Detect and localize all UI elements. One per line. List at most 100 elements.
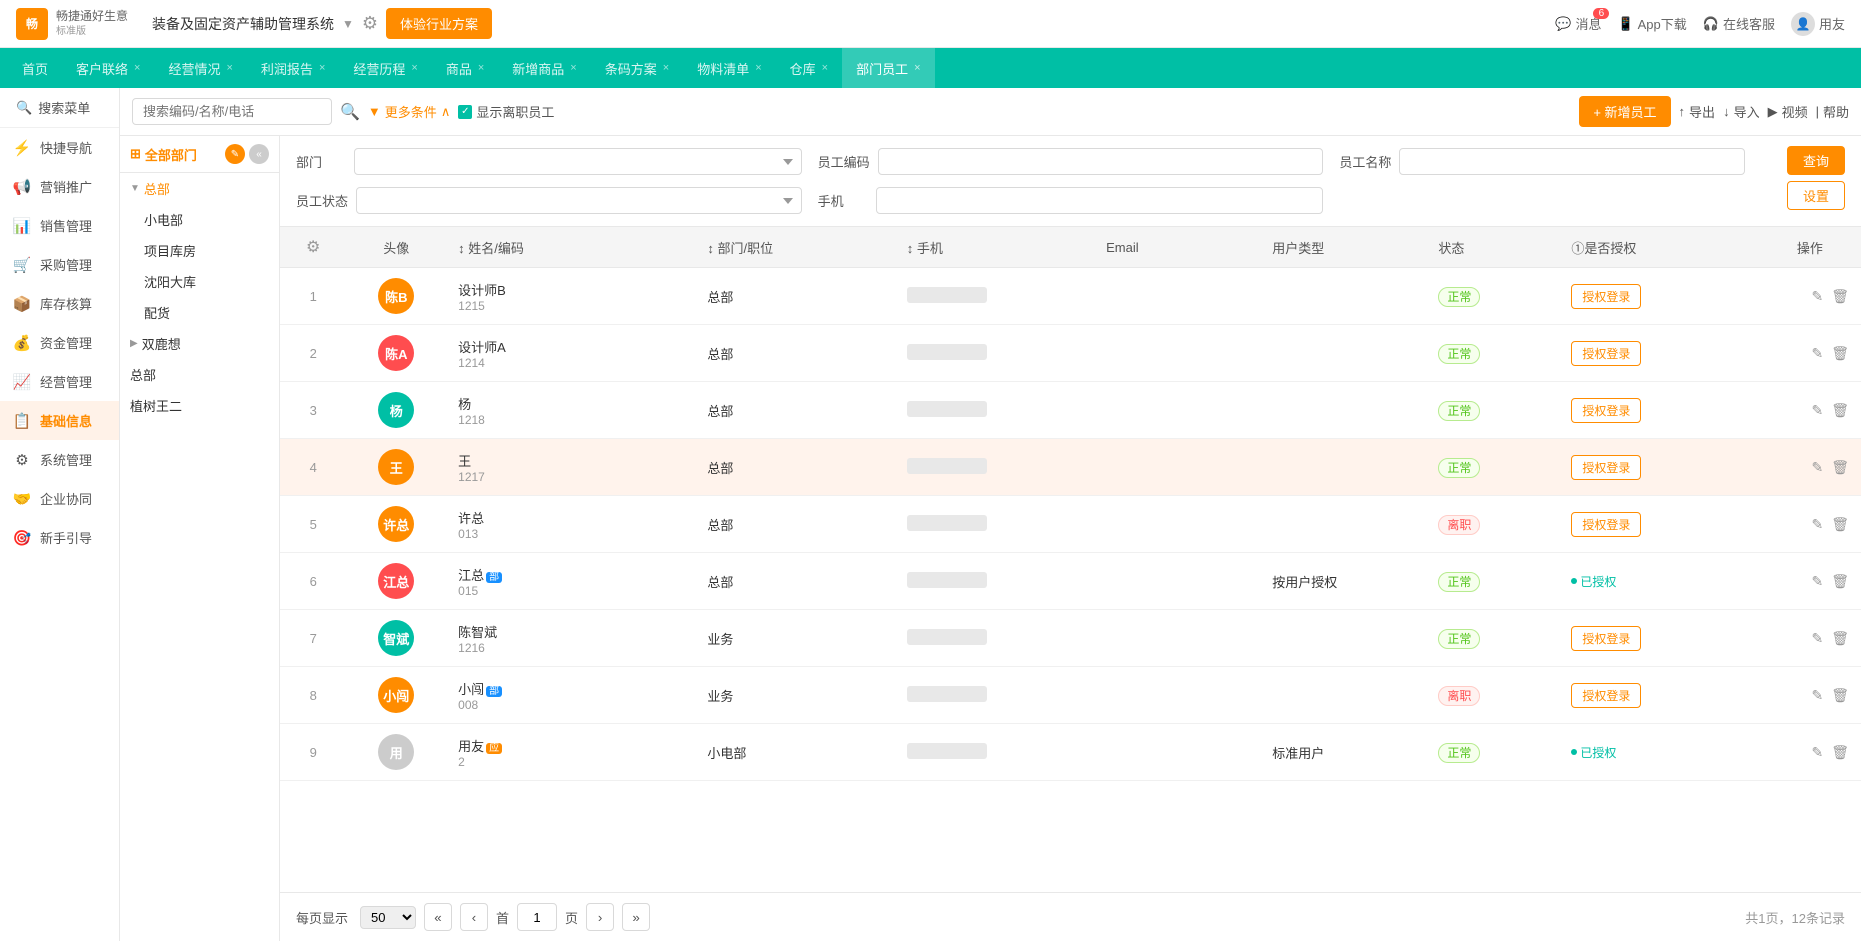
sidebar-item-purchase[interactable]: 🛒 采购管理	[0, 245, 119, 284]
more-filter-btn[interactable]: ▼ 更多条件 ∧	[368, 102, 450, 121]
online-service-btn[interactable]: 🎧 在线客服	[1703, 14, 1775, 33]
dept-node-shenyang[interactable]: 沈阳大库	[120, 266, 279, 297]
edit-btn[interactable]: ✎	[1811, 288, 1823, 305]
view-btn[interactable]: ▶ 视频	[1768, 102, 1808, 121]
edit-btn[interactable]: ✎	[1811, 516, 1823, 533]
sidebar-item-finance[interactable]: 💰 资金管理	[0, 323, 119, 362]
dept-select[interactable]	[354, 148, 802, 175]
sidebar-item-basic[interactable]: 📋 基础信息	[0, 401, 119, 440]
dept-node-project[interactable]: 项目库房	[120, 235, 279, 266]
first-page-btn[interactable]: «	[424, 903, 452, 931]
sidebar-item-collab[interactable]: 🤝 企业协同	[0, 479, 119, 518]
delete-btn[interactable]: 🗑	[1831, 687, 1849, 704]
edit-btn[interactable]: ✎	[1811, 687, 1823, 704]
collapse-btn[interactable]: «	[249, 144, 269, 164]
auth-login-btn[interactable]: 授权登录	[1571, 683, 1641, 708]
edit-btn[interactable]: ✎	[1811, 402, 1823, 419]
auth-login-btn[interactable]: 授权登录	[1571, 398, 1641, 423]
sidebar-item-marketing[interactable]: 📢 营销推广	[0, 167, 119, 206]
sidebar-item-sales[interactable]: 📊 销售管理	[0, 206, 119, 245]
search-btn[interactable]: 🔍	[340, 102, 360, 122]
import-btn[interactable]: ↓ 导入	[1723, 102, 1760, 121]
emp-status-select[interactable]	[356, 187, 802, 214]
sidebar-item-inventory[interactable]: 📦 库存核算	[0, 284, 119, 323]
auth-login-btn[interactable]: 授权登录	[1571, 455, 1641, 480]
tab-employee[interactable]: 部门员工 ×	[842, 48, 934, 88]
search-input[interactable]	[132, 98, 332, 125]
prev-page-btn[interactable]: ‹	[460, 903, 488, 931]
tab-bom[interactable]: 物料清单 ×	[683, 48, 775, 88]
dept-node-shuanglu[interactable]: ▶ 双鹿想	[120, 328, 279, 359]
delete-btn[interactable]: 🗑	[1831, 459, 1849, 476]
delete-btn[interactable]: 🗑	[1831, 288, 1849, 305]
settings-icon[interactable]: ⚙	[362, 13, 378, 34]
auth-login-btn[interactable]: 授权登录	[1571, 626, 1641, 651]
delete-btn[interactable]: 🗑	[1831, 630, 1849, 647]
delete-btn[interactable]: 🗑	[1831, 516, 1849, 533]
tab-new-goods[interactable]: 新增商品 ×	[498, 48, 590, 88]
app-download-btn[interactable]: 📱 App下载	[1617, 14, 1686, 33]
sidebar-item-guide[interactable]: 🎯 新手引导	[0, 518, 119, 557]
tab-employee-close[interactable]: ×	[914, 62, 920, 74]
delete-btn[interactable]: 🗑	[1831, 744, 1849, 761]
tab-barcode[interactable]: 条码方案 ×	[591, 48, 683, 88]
tab-history[interactable]: 经营历程 ×	[339, 48, 431, 88]
tab-customer-close[interactable]: ×	[134, 62, 140, 74]
emp-code-input[interactable]	[878, 148, 1324, 175]
delete-btn[interactable]: 🗑	[1831, 402, 1849, 419]
last-page-btn[interactable]: »	[622, 903, 650, 931]
tab-goods-close[interactable]: ×	[478, 62, 484, 74]
tab-barcode-close[interactable]: ×	[663, 62, 669, 74]
tab-goods[interactable]: 商品 ×	[432, 48, 498, 88]
tab-warehouse[interactable]: 仓库 ×	[776, 48, 842, 88]
message-btn[interactable]: 💬 消息 6	[1555, 14, 1601, 33]
next-page-btn[interactable]: ›	[586, 903, 614, 931]
tab-warehouse-close[interactable]: ×	[822, 62, 828, 74]
dept-node-zongbu[interactable]: 总部	[120, 359, 279, 390]
dept-node-head[interactable]: ▼ 总部	[120, 173, 279, 204]
system-title-dropdown-icon[interactable]: ▼	[342, 17, 354, 31]
sidebar-item-system[interactable]: ⚙ 系统管理	[0, 440, 119, 479]
page-size-select[interactable]: 50 10 20 100	[360, 906, 416, 929]
page-input[interactable]	[517, 903, 557, 931]
auth-login-btn[interactable]: 授权登录	[1571, 341, 1641, 366]
delete-btn[interactable]: 🗑	[1831, 345, 1849, 362]
dept-node-zhishu[interactable]: 植树王二	[120, 390, 279, 421]
export-btn[interactable]: ↑ 导出	[1679, 102, 1716, 121]
tab-new-goods-close[interactable]: ×	[570, 62, 576, 74]
col-phone-header[interactable]: ↕ 手机	[895, 227, 1094, 268]
tab-operation[interactable]: 经营情况 ×	[154, 48, 246, 88]
user-btn[interactable]: 👤 用友	[1791, 12, 1845, 36]
edit-btn[interactable]: ✎	[1811, 459, 1823, 476]
trial-btn[interactable]: 体验行业方案	[386, 8, 492, 39]
col-dept-header[interactable]: ↕ 部门/职位	[695, 227, 894, 268]
edit-btn[interactable]: ✎	[1811, 630, 1823, 647]
edit-btn[interactable]: ✎	[1811, 345, 1823, 362]
auth-login-btn[interactable]: 授权登录	[1571, 512, 1641, 537]
reset-btn[interactable]: 设置	[1787, 181, 1845, 210]
edit-btn[interactable]: ✎	[1811, 573, 1823, 590]
edit-dept-btn[interactable]: ✎	[225, 144, 245, 164]
tab-home[interactable]: 首页	[8, 48, 62, 88]
help-btn[interactable]: | 帮助	[1816, 102, 1849, 121]
col-gear-icon[interactable]: ⚙	[306, 239, 320, 256]
delete-btn[interactable]: 🗑	[1831, 573, 1849, 590]
edit-btn[interactable]: ✎	[1811, 744, 1823, 761]
tab-bom-close[interactable]: ×	[755, 62, 761, 74]
tab-customer[interactable]: 客户联络 ×	[62, 48, 154, 88]
tab-profit[interactable]: 利润报告 ×	[247, 48, 339, 88]
search-menu[interactable]: 🔍 搜索菜单	[0, 88, 119, 128]
emp-name-input[interactable]	[1399, 148, 1745, 175]
sidebar-item-quicknav[interactable]: ⚡ 快捷导航	[0, 128, 119, 167]
tab-history-close[interactable]: ×	[411, 62, 417, 74]
col-name-header[interactable]: ↕ 姓名/编码	[446, 227, 695, 268]
sidebar-item-operation[interactable]: 📈 经营管理	[0, 362, 119, 401]
dept-node-xiaodibu[interactable]: 小电部	[120, 204, 279, 235]
show-resigned-checkbox[interactable]: ✓ 显示离职员工	[458, 102, 554, 121]
add-employee-btn[interactable]: + 新增员工	[1579, 96, 1670, 127]
auth-login-btn[interactable]: 授权登录	[1571, 284, 1641, 309]
dept-node-distribution[interactable]: 配货	[120, 297, 279, 328]
query-btn[interactable]: 查询	[1787, 146, 1845, 175]
tab-operation-close[interactable]: ×	[226, 62, 232, 74]
phone-input[interactable]	[876, 187, 1324, 214]
